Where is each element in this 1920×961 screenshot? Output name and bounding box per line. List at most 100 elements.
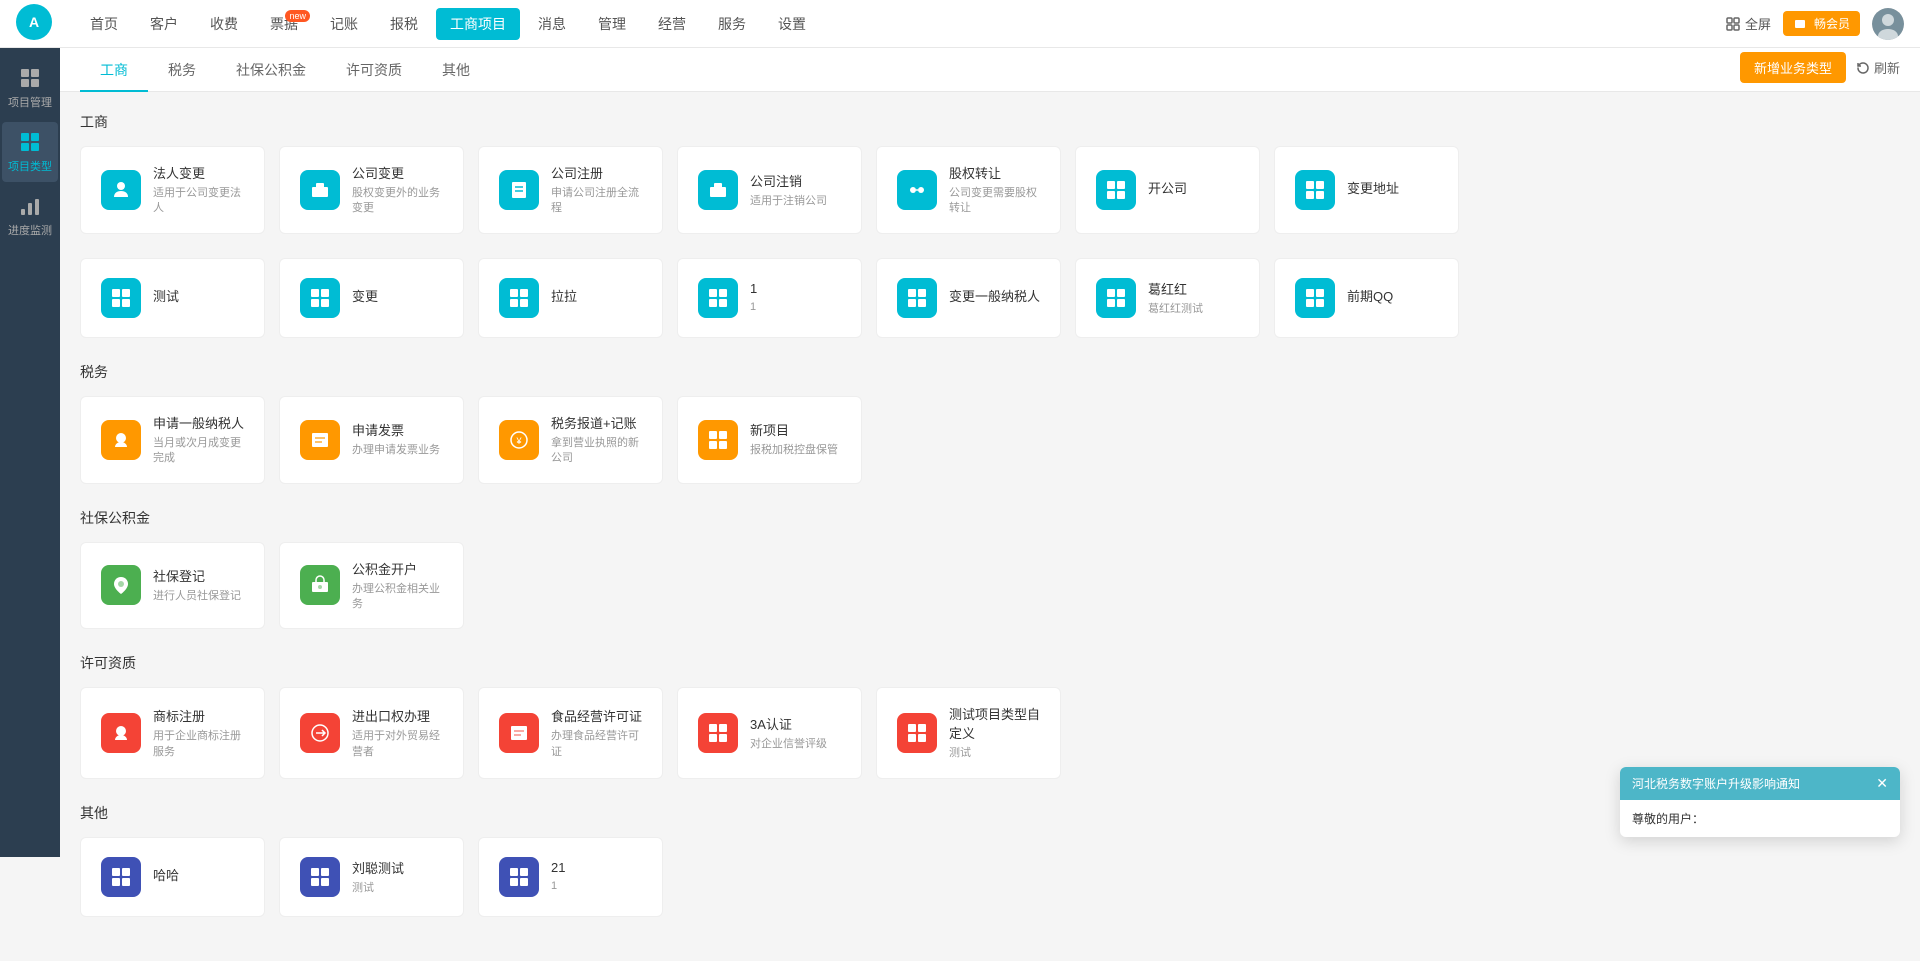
shuiwu-baodao-name: 税务报道+记账 [551,413,642,432]
shenqing-fapiao-name: 申请发票 [352,420,440,439]
nav-customer[interactable]: 客户 [136,8,192,40]
card-shangbiao-zhuce[interactable]: 商标注册 用于企业商标注册服务 [80,687,265,778]
nav-fee[interactable]: 收费 [196,8,252,40]
nav-operation[interactable]: 经营 [644,8,700,40]
sidebar-item-progress-monitor[interactable]: 进度监测 [2,186,58,246]
xin-xiangmu-name: 新项目 [750,420,838,439]
fullscreen-label: 全屏 [1745,14,1771,33]
shenqing-nashui-name: 申请一般纳税人 [153,413,244,432]
gongjijin-kaihu-desc: 办理公积金相关业务 [352,582,443,613]
gongsi-zhuxiao-icon [698,170,738,210]
kai-gongsi-name: 开公司 [1148,178,1187,197]
tab-other[interactable]: 其他 [422,48,490,92]
tabs-actions: 新增业务类型 刷新 [1740,52,1900,91]
lala-icon [499,278,539,318]
card-biangeng[interactable]: 变更 [279,258,464,338]
card-guquan-zhuanrang[interactable]: 股权转让 公司变更需要股权转让 [876,146,1061,234]
nav-home[interactable]: 首页 [76,8,132,40]
notification-close-button[interactable]: ✕ [1876,775,1888,792]
card-shuiwu-baodao[interactable]: ¥ 税务报道+记账 拿到营业执照的新公司 [478,396,663,484]
card-shipin-xuke[interactable]: 食品经营许可证 办理食品经营许可证 [478,687,663,778]
gehonghong-name: 葛红红 [1148,279,1203,298]
card-gongsi-biangeng[interactable]: 公司变更 股权变更外的业务变更 [279,146,464,234]
nav-settings[interactable]: 设置 [764,8,820,40]
card-ceshi[interactable]: 测试 [80,258,265,338]
gehonghong-icon [1096,278,1136,318]
gongjijin-kaihu-icon [300,565,340,605]
card-fazren-biangeng[interactable]: 法人变更 适用于公司变更法人 [80,146,265,234]
21-desc: 1 [551,879,565,894]
card-gehonghong[interactable]: 葛红红 葛红红测试 [1075,258,1260,338]
gongsi-zhuce-desc: 申请公司注册全流程 [551,186,642,217]
fullscreen-button[interactable]: 全屏 [1725,14,1771,33]
nav-industrial[interactable]: 工商项目 [436,8,520,40]
refresh-button[interactable]: 刷新 [1856,58,1900,77]
gongshang-cards: 法人变更 适用于公司变更法人 公司变更 股权变更外的业务变更 [80,146,1900,234]
xin-xiangmu-desc: 报税加税控盘保管 [750,443,838,458]
project-manage-icon [18,66,42,90]
ceshi-name: 测试 [153,286,179,305]
nav-items: 首页 客户 收费 票据 new 记账 报税 工商项目 消息 管理 经营 服务 设… [76,8,1725,40]
gehonghong-desc: 葛红红测试 [1148,302,1203,317]
card-ceshi-xuke[interactable]: 测试项目类型自定义 测试 [876,687,1061,778]
card-gongjijin-kaihu[interactable]: 公积金开户 办理公积金相关业务 [279,542,464,630]
vip-button[interactable]: 畅会员 [1783,11,1860,36]
avatar[interactable] [1872,8,1904,40]
tab-xuke[interactable]: 许可资质 [326,48,422,92]
shebao-section: 社保公积金 社保登记 进行人员社保登记 公积金开户 [80,508,1900,630]
nav-service[interactable]: 服务 [704,8,760,40]
svg-text:A: A [29,14,39,30]
card-biangeng-dizhi[interactable]: 变更地址 [1274,146,1459,234]
sidebar-item-project-type[interactable]: 项目类型 [2,122,58,182]
shenqing-fapiao-desc: 办理申请发票业务 [352,443,440,458]
card-one[interactable]: 1 1 [677,258,862,338]
card-gongsi-zhuxiao[interactable]: 公司注销 适用于注销公司 [677,146,862,234]
haha-icon [101,857,141,897]
card-lala[interactable]: 拉拉 [478,258,663,338]
shebao-title: 社保公积金 [80,508,1900,528]
app-logo[interactable]: A [16,4,56,44]
xuke-section: 许可资质 商标注册 用于企业商标注册服务 进出口权办理 [80,653,1900,778]
shipin-xuke-name: 食品经营许可证 [551,706,642,725]
nav-ticket[interactable]: 票据 new [256,8,312,40]
tab-shuiwu[interactable]: 税务 [148,48,216,92]
guquan-icon [897,170,937,210]
qianqi-qq-name: 前期QQ [1347,286,1393,305]
nav-tax[interactable]: 报税 [376,8,432,40]
nav-manage[interactable]: 管理 [584,8,640,40]
card-biangeng-nashui[interactable]: 变更一般纳税人 [876,258,1061,338]
tab-gongshang[interactable]: 工商 [80,48,148,92]
biangeng-nashui-name: 变更一般纳税人 [949,286,1040,305]
tab-shebao[interactable]: 社保公积金 [216,48,326,92]
biangeng-icon [300,278,340,318]
ceshi-icon [101,278,141,318]
shenqing-fapiao-icon [300,420,340,460]
3a-renzheng-name: 3A认证 [750,714,827,733]
nav-bookkeeping[interactable]: 记账 [316,8,372,40]
card-qianqi-qq[interactable]: 前期QQ [1274,258,1459,338]
sidebar-item-project-manage[interactable]: 项目管理 [2,58,58,118]
card-21[interactable]: 21 1 [478,837,663,917]
shangbiao-zhuce-icon [101,713,141,753]
card-kai-gongsi[interactable]: 开公司 [1075,146,1260,234]
card-gongsi-zhuce[interactable]: 公司注册 申请公司注册全流程 [478,146,663,234]
new-type-button[interactable]: 新增业务类型 [1740,52,1846,83]
gongshang-section: 工商 法人变更 适用于公司变更法人 [80,112,1900,338]
haha-name: 哈哈 [153,865,179,884]
nav-message[interactable]: 消息 [524,8,580,40]
gongshang-cards-2: 测试 变更 [80,258,1900,338]
card-liucong-ceshi[interactable]: 刘聪测试 测试 [279,837,464,917]
card-shenqing-nashui[interactable]: 申请一般纳税人 当月或次月成变更完成 [80,396,265,484]
card-haha[interactable]: 哈哈 [80,837,265,917]
one-desc: 1 [750,300,757,315]
card-shenqing-fapiao[interactable]: 申请发票 办理申请发票业务 [279,396,464,484]
refresh-label: 刷新 [1874,58,1900,77]
shebao-dengji-icon [101,565,141,605]
card-3a-renzheng[interactable]: 3A认证 对企业信誉评级 [677,687,862,778]
new-badge: new [285,10,310,22]
card-shebao-dengji[interactable]: 社保登记 进行人员社保登记 [80,542,265,630]
shipin-xuke-desc: 办理食品经营许可证 [551,729,642,760]
card-jinchukou[interactable]: 进出口权办理 适用于对外贸易经营者 [279,687,464,778]
3a-renzheng-desc: 对企业信誉评级 [750,737,827,752]
card-xin-xiangmu[interactable]: 新项目 报税加税控盘保管 [677,396,862,484]
